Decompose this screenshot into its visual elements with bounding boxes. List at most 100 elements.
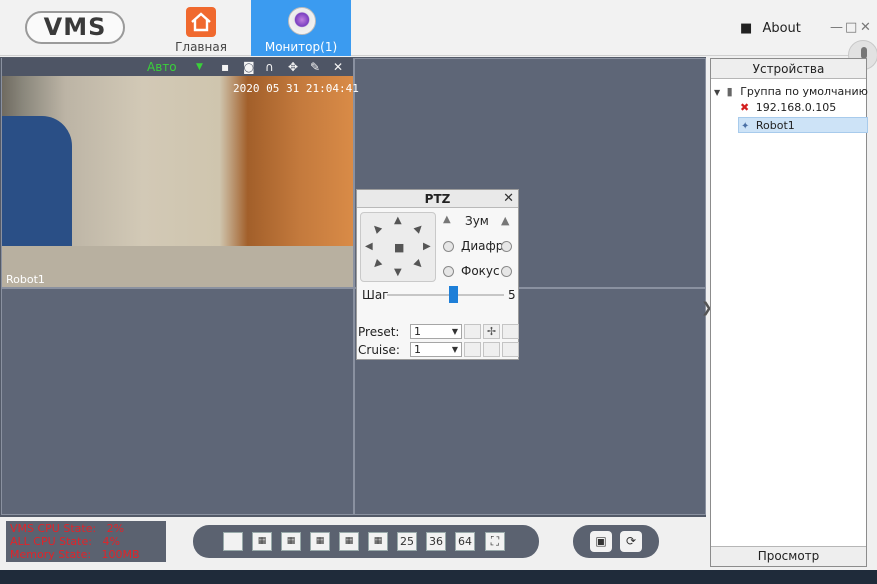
zoom-in-icon[interactable]: ▲ xyxy=(501,214,509,227)
layout-64-button[interactable]: 64 xyxy=(455,532,475,551)
video-toolbar xyxy=(2,58,353,76)
ptz-right-icon[interactable]: ▶ xyxy=(423,241,431,252)
cruise-label: Cruise: xyxy=(358,343,400,357)
tree-group-row[interactable]: ▼ ▮ Группа по умолчанию xyxy=(714,84,868,100)
cruise-stop-button[interactable] xyxy=(483,342,500,357)
devices-panel: Устройства ▼ ▮ Группа по умолчанию ✖ 192… xyxy=(710,58,868,567)
ptz-up-icon[interactable]: ▲ xyxy=(394,215,402,226)
cruise-edit-button[interactable] xyxy=(502,342,519,357)
all-cpu-status: ALL CPU State: 4% xyxy=(10,535,120,548)
ptz-close-button[interactable]: ✕ xyxy=(503,190,514,208)
app-logo: VMS xyxy=(25,11,125,44)
maximize-button[interactable]: □ xyxy=(845,20,857,35)
chevron-down-icon[interactable]: ▼ xyxy=(196,62,203,72)
ptz-stop-icon[interactable]: ■ xyxy=(394,241,404,254)
ptz-down-icon[interactable]: ▼ xyxy=(394,267,402,278)
layout-16-button[interactable]: ▦ xyxy=(368,532,388,551)
preset-clear-button[interactable] xyxy=(502,324,519,339)
close-icon[interactable]: ✕ xyxy=(333,60,343,74)
ptz-up-right-icon[interactable]: ▲ xyxy=(412,222,425,235)
group-icon: ▮ xyxy=(726,85,733,98)
ptz-direction-pad: ▲ ▼ ◀ ▶ ▲ ▲ ▼ ▼ ■ xyxy=(360,212,436,282)
nav-tab-home[interactable]: Главная xyxy=(170,0,232,56)
nav-monitor-label: Монитор(1) xyxy=(264,40,338,54)
about-label: About xyxy=(762,21,801,36)
preset-select[interactable]: 1 ▼ xyxy=(410,324,462,339)
save-icon[interactable]: ▣ xyxy=(590,531,612,552)
step-slider-handle[interactable] xyxy=(449,286,458,303)
ptz-icon[interactable]: ✥ xyxy=(288,60,298,74)
preview-tab[interactable]: Просмотр xyxy=(711,546,866,566)
memory-status: Memory State: 100MB xyxy=(10,548,140,561)
layout-9-button[interactable]: ▦ xyxy=(339,532,359,551)
zoom-label: Зум xyxy=(465,214,489,228)
cruise-select[interactable]: 1 ▼ xyxy=(410,342,462,357)
focus-label: Фокус xyxy=(461,264,500,278)
step-value: 5 xyxy=(508,288,516,302)
cruise-value: 1 xyxy=(414,343,421,356)
shirt-icon: ■ xyxy=(740,21,753,36)
preset-label: Preset: xyxy=(358,325,400,339)
nav-home-label: Главная xyxy=(175,40,227,54)
about-button[interactable]: ■ About xyxy=(740,21,801,36)
camera-icon: ✦ xyxy=(741,121,750,132)
ptz-down-left-icon[interactable]: ▼ xyxy=(370,258,383,271)
tree-group-label: Группа по умолчанию xyxy=(740,85,868,98)
ptz-up-left-icon[interactable]: ▲ xyxy=(370,222,383,235)
preset-set-button[interactable] xyxy=(464,324,481,339)
monitor-icon xyxy=(288,7,316,35)
step-slider-track[interactable] xyxy=(387,294,504,296)
devices-header: Устройства xyxy=(711,59,866,79)
chevron-down-icon: ▼ xyxy=(451,327,458,336)
top-bar: VMS Главная Монитор(1) ■ About — □ ✕ xyxy=(0,0,877,70)
layout-8-button[interactable]: ▦ xyxy=(310,532,330,551)
preset-value: 1 xyxy=(414,325,421,338)
layout-25-button[interactable]: 25 xyxy=(397,532,417,551)
layout-4-button[interactable]: ▦ xyxy=(252,532,272,551)
iris-label: Диафр xyxy=(461,239,504,253)
zoom-out-icon[interactable]: ▲ xyxy=(443,214,451,225)
ptz-down-right-icon[interactable]: ▼ xyxy=(412,258,425,271)
snapshot-icon[interactable]: ◙ xyxy=(243,60,255,74)
iris-close-button[interactable] xyxy=(443,241,454,252)
focus-far-button[interactable] xyxy=(501,266,512,277)
settings-icon[interactable]: ✎ xyxy=(310,60,320,74)
video-content-floor xyxy=(2,246,353,287)
vms-cpu-status: VMS CPU State: 2% xyxy=(10,522,125,535)
video-timestamp: 2020 05 31 21:04:41 xyxy=(233,82,359,95)
cruise-start-button[interactable] xyxy=(464,342,481,357)
system-status: VMS CPU State: 2% ALL CPU State: 4% Memo… xyxy=(6,521,166,562)
chevron-down-icon: ▼ xyxy=(451,345,458,354)
step-label: Шаг xyxy=(362,288,389,302)
record-icon[interactable]: ▪ xyxy=(221,60,229,74)
layout-6-button[interactable]: ▦ xyxy=(281,532,301,551)
home-icon xyxy=(186,7,216,37)
tree-device-row-selected[interactable]: ✦ Robot1 xyxy=(738,117,868,133)
refresh-icon[interactable]: ⟳ xyxy=(620,531,642,552)
video-pane-3[interactable] xyxy=(1,288,354,515)
nav-tab-monitor[interactable]: Монитор(1) xyxy=(251,0,351,56)
preset-goto-icon[interactable]: ✢ xyxy=(483,324,500,339)
layout-toolbar: ▦ ▦ ▦ ▦ ▦ 25 36 64 ⛶ xyxy=(193,525,539,558)
ptz-left-icon[interactable]: ◀ xyxy=(365,241,373,252)
camera-video-feed[interactable] xyxy=(2,76,353,287)
layout-36-button[interactable]: 36 xyxy=(426,532,446,551)
device-offline-icon: ✖ xyxy=(740,101,750,114)
ptz-title: PTZ xyxy=(357,190,518,208)
stream-quality-select[interactable]: Авто xyxy=(147,60,177,74)
close-window-button[interactable]: ✕ xyxy=(860,20,871,35)
camera-name-label: Robot1 xyxy=(6,273,45,286)
device-label: 192.168.0.105 xyxy=(755,101,837,114)
tree-device-row[interactable]: ✖ 192.168.0.105 xyxy=(740,100,836,116)
expand-icon[interactable]: ▼ xyxy=(714,88,720,97)
device-label: Robot1 xyxy=(755,119,795,132)
ptz-panel: PTZ ✕ ▲ ▼ ◀ ▶ ▲ ▲ ▼ ▼ ■ ▲ Зум ▲ Диафр Фо… xyxy=(356,189,519,360)
fullscreen-icon[interactable]: ⛶ xyxy=(485,532,505,551)
iris-open-button[interactable] xyxy=(501,241,512,252)
action-toolbar: ▣ ⟳ xyxy=(573,525,659,558)
os-taskbar xyxy=(0,570,877,584)
minimize-button[interactable]: — xyxy=(830,20,843,35)
focus-near-button[interactable] xyxy=(443,266,454,277)
layout-1-button[interactable] xyxy=(223,532,243,551)
audio-icon[interactable]: ∩ xyxy=(265,60,274,74)
